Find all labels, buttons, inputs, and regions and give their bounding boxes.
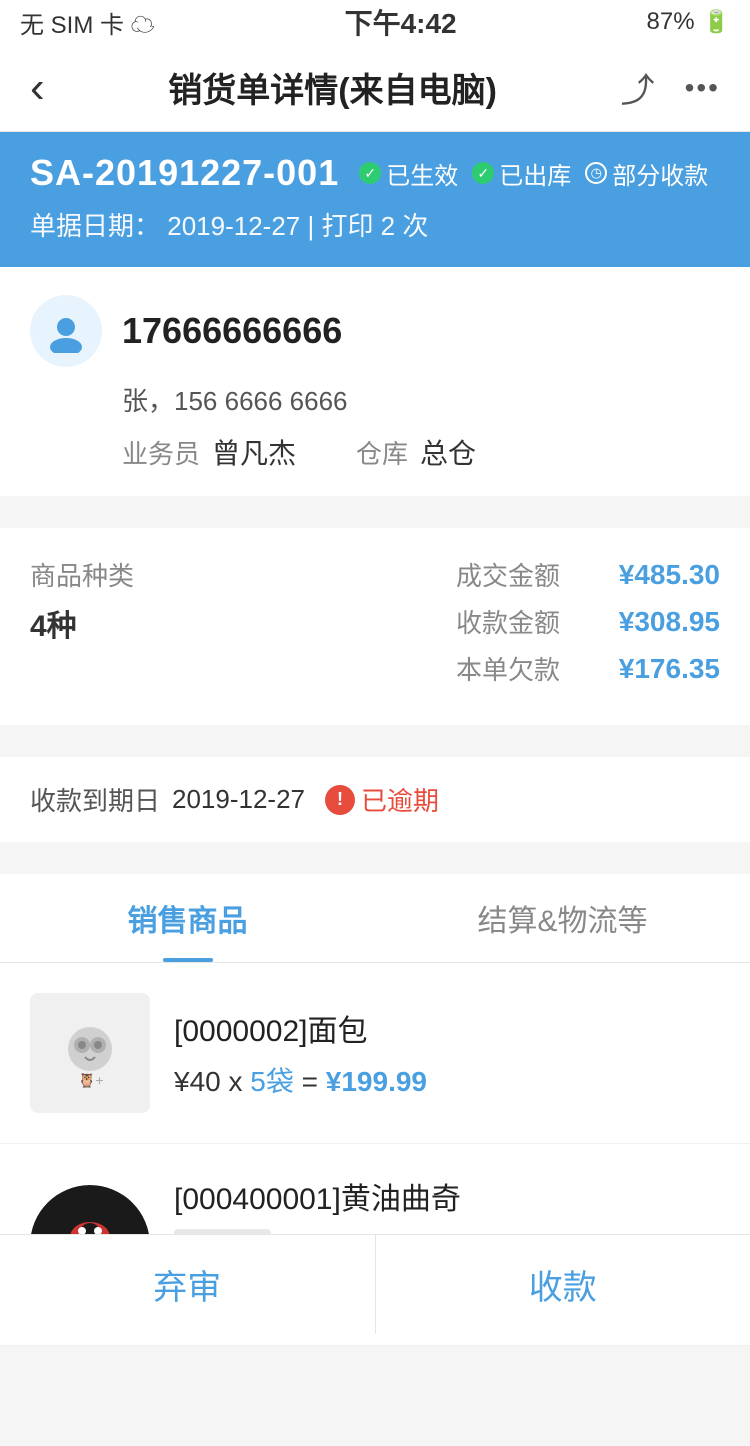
salesperson-label: 业务员 (122, 434, 200, 471)
badge-shipped-text: 已出库 (499, 156, 571, 191)
product-qty-1: 5袋 (250, 1066, 294, 1097)
abandon-review-label: 弃审 (153, 1260, 221, 1309)
divider-1 (0, 512, 750, 528)
warehouse-label: 仓库 (356, 434, 408, 471)
product-multiply-1: x (229, 1066, 251, 1097)
bottom-bar: 弃审 收款 (0, 1234, 750, 1334)
received-amount-label: 收款金额 (456, 603, 560, 640)
share-icon[interactable]: ⤴ (621, 63, 655, 112)
product-name-1: [0000002]面包 (174, 1006, 720, 1050)
tab-settlement-label: 结算&物流等 (477, 896, 647, 940)
debt-value: ¥176.35 (580, 653, 720, 685)
stats-right: 成交金额 ¥485.30 收款金额 ¥308.95 本单欠款 ¥176.35 (456, 556, 720, 697)
product-type-label: 商品种类 (30, 556, 134, 593)
status-bar: 无 SIM 卡 ☁ 下午4:42 87% 🔋 (0, 0, 750, 44)
svg-text:🦉+: 🦉+ (78, 1072, 104, 1089)
nav-actions: ⤴ ••• (621, 63, 720, 112)
badge-partial-text: 部分收款 (612, 156, 708, 191)
date-label: 单据日期： (30, 211, 160, 241)
check-icon-2: ✓ (472, 162, 494, 184)
salesperson-item: 业务员 曾凡杰 (122, 432, 296, 472)
tab-products-label: 销售商品 (128, 896, 248, 940)
deal-amount-value: ¥485.30 (580, 559, 720, 591)
order-badges: ✓ 已生效 ✓ 已出库 ◷ 部分收款 (359, 156, 708, 191)
product-base-price-1: ¥40 (174, 1066, 221, 1097)
order-header: SA-20191227-001 ✓ 已生效 ✓ 已出库 ◷ 部分收款 单据日期：… (0, 132, 750, 267)
status-bar-left: 无 SIM 卡 ☁ (20, 5, 155, 40)
customer-main-row: 17666666666 (30, 295, 720, 367)
status-bar-time: 下午4:42 (345, 2, 457, 42)
overdue-section: 收款到期日 2019-12-27 ! 已逾期 (0, 757, 750, 842)
nav-bar: ‹ 销货单详情(来自电脑) ⤴ ••• (0, 44, 750, 132)
product-item-1: 🦉+ [0000002]面包 ¥40 x 5袋 = ¥199.99 (0, 963, 750, 1144)
warehouse-value: 总仓 (420, 432, 476, 472)
received-amount-value: ¥308.95 (580, 606, 720, 638)
debt-row: 本单欠款 ¥176.35 (456, 650, 720, 687)
order-date: 2019-12-27 (167, 211, 300, 241)
collect-payment-button[interactable]: 收款 (376, 1235, 750, 1334)
customer-name-phone: 张，156 6666 6666 (30, 381, 720, 418)
divider-3 (0, 858, 750, 874)
customer-phone: 17666666666 (122, 310, 342, 352)
abandon-review-button[interactable]: 弃审 (0, 1235, 376, 1334)
order-date-row: 单据日期： 2019-12-27 | 打印 2 次 (30, 206, 720, 243)
tab-products[interactable]: 销售商品 (0, 874, 375, 962)
overdue-badge-text: 已逾期 (361, 781, 439, 818)
avatar (30, 295, 102, 367)
badge-active-text: 已生效 (386, 156, 458, 191)
tab-settlement[interactable]: 结算&物流等 (375, 874, 750, 962)
stats-left: 商品种类 4种 (30, 556, 134, 645)
overdue-date: 2019-12-27 (172, 784, 305, 815)
tabs-container: 销售商品 结算&物流等 (0, 874, 750, 963)
check-icon-1: ✓ (359, 162, 381, 184)
product-price-1: ¥40 x 5袋 = ¥199.99 (174, 1060, 720, 1100)
more-icon[interactable]: ••• (685, 72, 720, 104)
battery-text: 87% (647, 8, 695, 36)
customer-section: 17666666666 张，156 6666 6666 业务员 曾凡杰 仓库 总… (0, 267, 750, 496)
battery-icon: 🔋 (703, 9, 730, 35)
received-amount-row: 收款金额 ¥308.95 (456, 603, 720, 640)
deal-amount-label: 成交金额 (456, 556, 560, 593)
clock-icon: ◷ (585, 162, 607, 184)
overdue-warning-icon: ! (325, 785, 355, 815)
badge-partial: ◷ 部分收款 (585, 156, 708, 191)
salesperson-value: 曾凡杰 (212, 432, 296, 472)
customer-meta: 业务员 曾凡杰 仓库 总仓 (30, 432, 720, 472)
print-info: | 打印 2 次 (307, 211, 428, 241)
product-type-value: 4种 (30, 601, 134, 645)
warehouse-item: 仓库 总仓 (356, 432, 476, 472)
product-equals-1: = (302, 1066, 326, 1097)
badge-shipped: ✓ 已出库 (472, 156, 571, 191)
back-button[interactable]: ‹ (30, 63, 45, 113)
deal-amount-row: 成交金额 ¥485.30 (456, 556, 720, 593)
bottom-spacer (0, 1346, 750, 1446)
product-thumb-1: 🦉+ (30, 993, 150, 1113)
page-title: 销货单详情(来自电脑) (168, 63, 497, 112)
collect-payment-label: 收款 (529, 1260, 597, 1309)
product-total-1: ¥199.99 (326, 1066, 427, 1097)
status-bar-right: 87% 🔋 (647, 8, 730, 36)
no-sim-text: 无 SIM 卡 ☁ (20, 5, 155, 40)
debt-label: 本单欠款 (456, 650, 560, 687)
stats-section: 商品种类 4种 成交金额 ¥485.30 收款金额 ¥308.95 本单欠款 ¥… (0, 528, 750, 725)
product-name-2: [000400001]黄油曲奇 (174, 1174, 720, 1218)
order-id: SA-20191227-001 (30, 152, 339, 194)
product-info-1: [0000002]面包 ¥40 x 5袋 = ¥199.99 (174, 1006, 720, 1100)
overdue-badge: ! 已逾期 (325, 781, 439, 818)
badge-active: ✓ 已生效 (359, 156, 458, 191)
overdue-label: 收款到期日 (30, 781, 160, 818)
divider-2 (0, 741, 750, 757)
